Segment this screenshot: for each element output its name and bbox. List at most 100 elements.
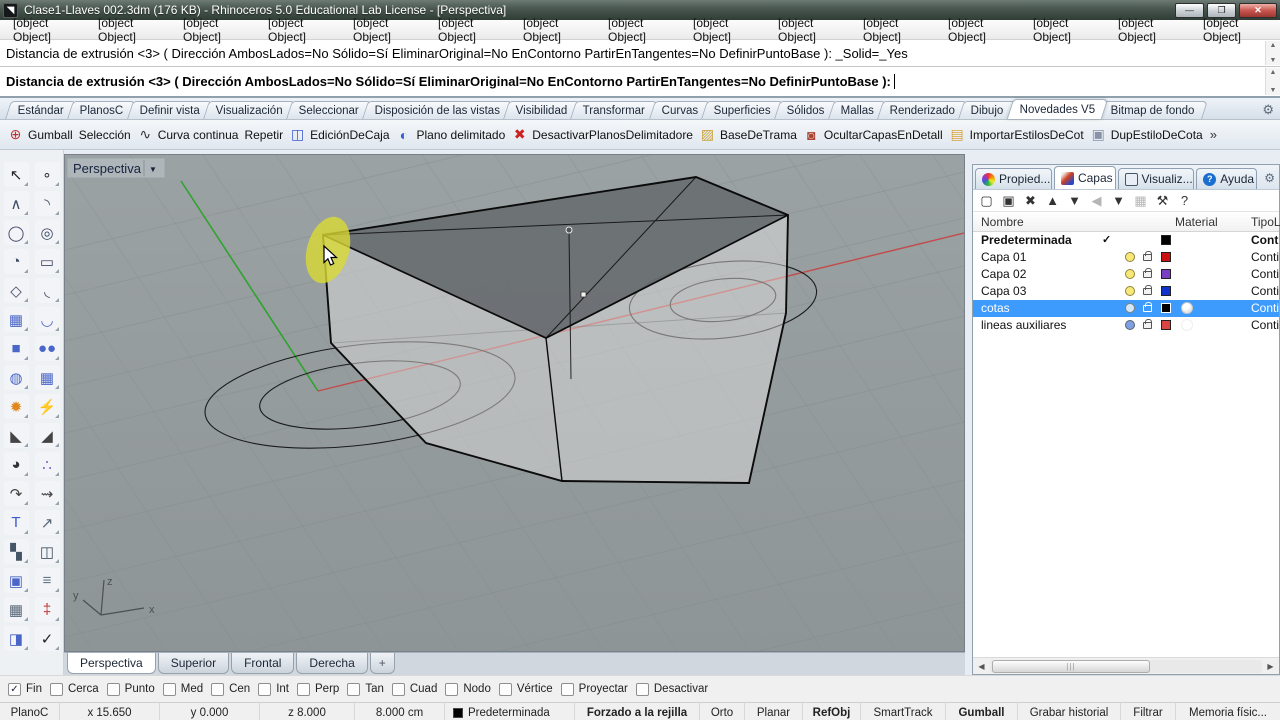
extend-tool-icon[interactable]: ⇝	[34, 481, 60, 506]
toolbar-tab[interactable]: Disposición de las vistas	[361, 101, 513, 119]
tools-icon[interactable]: ⚒	[1155, 193, 1170, 209]
polyline-tool-icon[interactable]: ∧	[3, 191, 29, 216]
spin-down-icon[interactable]: ▼	[1270, 87, 1277, 94]
torus-tool-icon[interactable]: ◍	[3, 365, 29, 390]
osnap-checkbox[interactable]	[211, 682, 225, 696]
osnap-item[interactable]: Perp	[297, 682, 339, 696]
importar-estilos-button[interactable]: ▤ ImportarEstilosDeCot	[946, 124, 1087, 145]
rectangle-tool-icon[interactable]: ▭	[34, 249, 60, 274]
toolbar-tab[interactable]: Novedades V5	[1006, 99, 1109, 119]
surface-bend-tool-icon[interactable]: ◡	[34, 307, 60, 332]
layer-row[interactable]: Capa 01 Continua	[973, 249, 1279, 266]
layer-color-swatch[interactable]	[1161, 235, 1171, 245]
layer-material-icon[interactable]	[1181, 302, 1193, 314]
toolbar-tab[interactable]: Visibilidad	[502, 101, 581, 119]
extrude-tool-icon[interactable]: ≡	[34, 568, 60, 593]
group-tool-icon[interactable]: ▚	[3, 539, 29, 564]
command-history-row[interactable]: Distancia de extrusión <3> ( Dirección A…	[0, 40, 1280, 67]
viewport-tab[interactable]: Derecha	[296, 653, 368, 674]
trim-tool-icon[interactable]: ◣	[3, 423, 29, 448]
toolbar-overflow-chevron[interactable]: »	[1210, 127, 1217, 142]
gear-icon[interactable]: ⚙	[1264, 171, 1275, 185]
toolbar-tab[interactable]: Transformar	[570, 101, 659, 119]
polygon-tool-icon[interactable]: ◇	[3, 278, 29, 303]
curva-continua-button[interactable]: ∿ Curva continua	[134, 124, 242, 145]
status-cell[interactable]: PlanoC	[0, 703, 60, 720]
toolbar-tab[interactable]: Estándar	[5, 101, 77, 119]
osnap-checkbox[interactable]	[445, 682, 459, 696]
osnap-item[interactable]: Tan	[347, 682, 384, 696]
delete-layer-icon[interactable]: ✖	[1023, 193, 1038, 209]
layer-color-swatch[interactable]	[1161, 269, 1171, 279]
osnap-item[interactable]: Int	[258, 682, 289, 696]
osnap-checkbox[interactable]	[297, 682, 311, 696]
toolbar-tab[interactable]: Bitmap de fondo	[1098, 101, 1208, 119]
osnap-checkbox[interactable]	[498, 682, 512, 696]
filter-icon[interactable]: ▼	[1111, 193, 1126, 208]
osnap-item[interactable]: Punto	[106, 682, 155, 696]
tab-propiedades[interactable]: Propied...	[975, 168, 1052, 189]
back-icon[interactable]: ◀	[1089, 193, 1104, 209]
layer-visibility-bulb-icon[interactable]	[1125, 252, 1135, 262]
layer-lock-icon[interactable]	[1143, 251, 1152, 261]
scrollbar-thumb[interactable]: |||	[992, 659, 1150, 673]
layer-row[interactable]: lineas auxiliares Continua	[973, 317, 1279, 334]
status-cell[interactable]: Planar	[745, 703, 803, 720]
toolbar-tab[interactable]: Definir vista	[126, 101, 213, 119]
select-tool-icon[interactable]: ↖	[3, 162, 29, 187]
command-history-scrollbar[interactable]: ▲ ▼	[1265, 41, 1280, 65]
layer-row[interactable]: cotas Continua	[973, 300, 1279, 317]
osnap-checkbox[interactable]	[258, 682, 272, 696]
viewport-tab[interactable]: Frontal	[231, 653, 295, 674]
toolbar-tab[interactable]: Visualización	[202, 101, 296, 119]
layer-lock-icon[interactable]	[1143, 302, 1152, 312]
patch-tool-icon[interactable]: ▦	[34, 365, 60, 390]
layer-visibility-bulb-icon[interactable]	[1125, 303, 1135, 313]
dup-estilo-button[interactable]: ▣ DupEstiloDeCota	[1087, 124, 1206, 145]
scroll-up-icon[interactable]: ▲	[1270, 42, 1277, 49]
blend-arc-tool-icon[interactable]: ↷	[3, 481, 29, 506]
toolbar-tab[interactable]: Seleccionar	[285, 101, 372, 119]
new-layer-icon[interactable]: ▢	[979, 193, 994, 209]
control-curve-tool-icon[interactable]: ◝	[34, 191, 60, 216]
layer-color-swatch[interactable]	[1161, 320, 1171, 330]
edicion-de-caja-button[interactable]: ◫ EdiciónDeCaja	[286, 124, 392, 145]
scroll-right-icon[interactable]: ▶	[1264, 662, 1277, 671]
scrollbar-track[interactable]: |||	[990, 659, 1262, 673]
layer-name[interactable]: Capa 01	[981, 250, 1026, 264]
osnap-checkbox[interactable]	[106, 682, 120, 696]
command-prompt-spinner[interactable]: ▲ ▼	[1265, 68, 1280, 95]
status-cell[interactable]: Grabar historial	[1018, 703, 1121, 720]
move-down-icon[interactable]: ▼	[1067, 193, 1082, 208]
boolean-tool-icon[interactable]: ◕	[3, 452, 29, 477]
status-cell[interactable]: Predeterminada	[445, 703, 575, 720]
flash-tool-icon[interactable]: ⚡	[34, 394, 60, 419]
plano-delimitado-button[interactable]: ◐ Plano delimitado	[393, 124, 509, 145]
perspective-viewport[interactable]: z x y Perspectiva ▼	[64, 154, 965, 652]
status-cell[interactable]: Filtrar	[1121, 703, 1176, 720]
surface-grid-tool-icon[interactable]: ▦	[3, 307, 29, 332]
osnap-item[interactable]: Vértice	[498, 682, 553, 696]
layer-lock-icon[interactable]	[1143, 268, 1152, 278]
ellipse-tool-icon[interactable]: ◎	[34, 220, 60, 245]
array-linear-tool-icon[interactable]: ‡	[34, 597, 60, 622]
viewport-tab[interactable]: Superior	[157, 653, 230, 674]
layer-visibility-bulb-icon[interactable]	[1125, 269, 1135, 279]
fillet-curve-tool-icon[interactable]: ◟	[34, 278, 60, 303]
layer-name[interactable]: cotas	[981, 301, 1010, 315]
status-cell[interactable]: Orto	[700, 703, 745, 720]
layer-name[interactable]: lineas auxiliares	[981, 318, 1066, 332]
status-cell[interactable]: Forzado a la rejilla	[575, 703, 700, 720]
viewport-tab[interactable]: +	[369, 653, 395, 674]
osnap-item[interactable]: Cerca	[49, 682, 99, 696]
layer-name[interactable]: Capa 03	[981, 284, 1026, 298]
tab-visualizacion[interactable]: Visualiz...	[1117, 168, 1195, 189]
spin-up-icon[interactable]: ▲	[1270, 69, 1277, 76]
layer-linetype[interactable]: Continua	[1251, 318, 1279, 332]
shade-tool-icon[interactable]: ◨	[3, 626, 29, 651]
toolbar-tab[interactable]: PlanosC	[67, 101, 137, 119]
layer-linetype[interactable]: Continua	[1251, 233, 1279, 247]
status-cell[interactable]: Gumball	[946, 703, 1018, 720]
layer-lock-icon[interactable]	[1143, 285, 1152, 295]
osnap-item[interactable]: Nodo	[445, 682, 491, 696]
